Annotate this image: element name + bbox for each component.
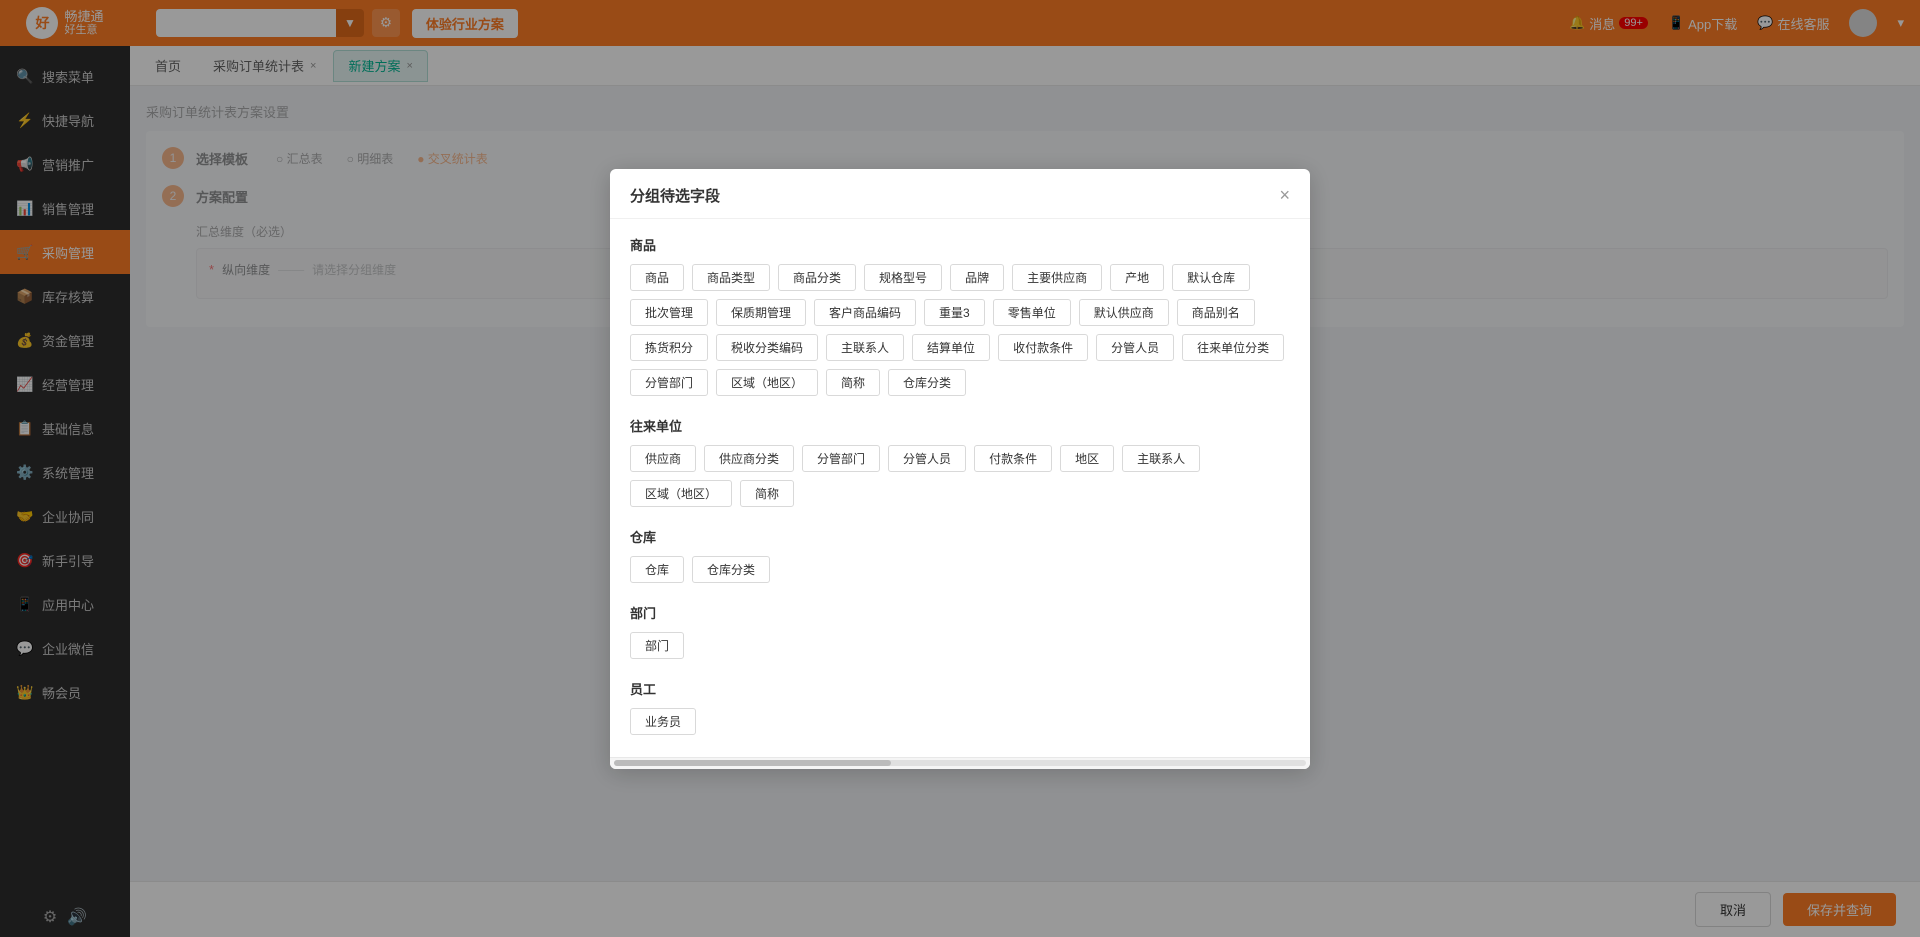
dialog-hscroll[interactable] bbox=[610, 757, 1310, 769]
section-title-warehouse: 仓库 bbox=[630, 527, 1290, 546]
field-tag[interactable]: 简称 bbox=[826, 369, 880, 396]
field-tag[interactable]: 默认供应商 bbox=[1079, 299, 1169, 326]
field-tag[interactable]: 主要供应商 bbox=[1012, 264, 1102, 291]
field-tag[interactable]: 商品类型 bbox=[692, 264, 770, 291]
field-tag[interactable]: 拣货积分 bbox=[630, 334, 708, 361]
dialog-title: 分组待选字段 bbox=[630, 185, 720, 206]
field-tag[interactable]: 主联系人 bbox=[1122, 445, 1200, 472]
field-tag[interactable]: 供应商分类 bbox=[704, 445, 794, 472]
dialog: 分组待选字段 × 商品商品商品类型商品分类规格型号品牌主要供应商产地默认仓库批次… bbox=[610, 169, 1310, 769]
fields-grid-counterpart: 供应商供应商分类分管部门分管人员付款条件地区主联系人区域（地区） 简称 bbox=[630, 445, 1290, 507]
field-tag[interactable]: 业务员 bbox=[630, 708, 696, 735]
field-tag[interactable]: 收付款条件 bbox=[998, 334, 1088, 361]
field-tag[interactable]: 主联系人 bbox=[826, 334, 904, 361]
fields-grid-employee: 业务员 bbox=[630, 708, 1290, 735]
field-tag[interactable]: 往来单位分类 bbox=[1182, 334, 1284, 361]
dialog-header: 分组待选字段 × bbox=[610, 169, 1310, 219]
field-tag[interactable]: 分管人员 bbox=[1096, 334, 1174, 361]
field-tag[interactable]: 仓库分类 bbox=[692, 556, 770, 583]
field-tag[interactable]: 仓库 bbox=[630, 556, 684, 583]
field-tag[interactable]: 保质期管理 bbox=[716, 299, 806, 326]
section-title-employee: 员工 bbox=[630, 679, 1290, 698]
dialog-close-button[interactable]: × bbox=[1279, 186, 1290, 204]
field-tag[interactable]: 供应商 bbox=[630, 445, 696, 472]
dialog-body[interactable]: 商品商品商品类型商品分类规格型号品牌主要供应商产地默认仓库批次管理保质期管理客户… bbox=[610, 219, 1310, 757]
field-tag[interactable]: 规格型号 bbox=[864, 264, 942, 291]
field-tag[interactable]: 结算单位 bbox=[912, 334, 990, 361]
section-department: 部门部门 bbox=[630, 603, 1290, 659]
field-tag[interactable]: 商品 bbox=[630, 264, 684, 291]
section-title-counterpart: 往来单位 bbox=[630, 416, 1290, 435]
dialog-overlay: 分组待选字段 × 商品商品商品类型商品分类规格型号品牌主要供应商产地默认仓库批次… bbox=[0, 0, 1920, 937]
field-tag[interactable]: 分管部门 bbox=[630, 369, 708, 396]
field-tag[interactable]: 分管人员 bbox=[888, 445, 966, 472]
field-tag[interactable]: 仓库分类 bbox=[888, 369, 966, 396]
field-tag[interactable]: 品牌 bbox=[950, 264, 1004, 291]
hscroll-track bbox=[614, 760, 1306, 766]
field-tag[interactable]: 默认仓库 bbox=[1172, 264, 1250, 291]
section-title-department: 部门 bbox=[630, 603, 1290, 622]
section-product: 商品商品商品类型商品分类规格型号品牌主要供应商产地默认仓库批次管理保质期管理客户… bbox=[630, 235, 1290, 396]
field-tag[interactable]: 简称 bbox=[740, 480, 794, 507]
field-tag[interactable]: 区域（地区） bbox=[716, 369, 818, 396]
field-tag[interactable]: 零售单位 bbox=[993, 299, 1071, 326]
section-warehouse: 仓库仓库仓库分类 bbox=[630, 527, 1290, 583]
field-tag[interactable]: 客户商品编码 bbox=[814, 299, 916, 326]
field-tag[interactable]: 商品分类 bbox=[778, 264, 856, 291]
fields-grid-warehouse: 仓库仓库分类 bbox=[630, 556, 1290, 583]
field-tag[interactable]: 税收分类编码 bbox=[716, 334, 818, 361]
field-tag[interactable]: 分管部门 bbox=[802, 445, 880, 472]
field-tag[interactable]: 商品别名 bbox=[1177, 299, 1255, 326]
field-tag[interactable]: 地区 bbox=[1060, 445, 1114, 472]
field-tag[interactable]: 部门 bbox=[630, 632, 684, 659]
field-tag[interactable]: 产地 bbox=[1110, 264, 1164, 291]
hscroll-thumb bbox=[614, 760, 891, 766]
field-tag[interactable]: 批次管理 bbox=[630, 299, 708, 326]
section-counterpart: 往来单位供应商供应商分类分管部门分管人员付款条件地区主联系人区域（地区） 简称 bbox=[630, 416, 1290, 507]
fields-grid-department: 部门 bbox=[630, 632, 1290, 659]
field-tag[interactable]: 重量3 bbox=[924, 299, 985, 326]
field-tag[interactable]: 区域（地区） bbox=[630, 480, 732, 507]
fields-grid-product: 商品商品类型商品分类规格型号品牌主要供应商产地默认仓库批次管理保质期管理客户商品… bbox=[630, 264, 1290, 396]
field-tag[interactable]: 付款条件 bbox=[974, 445, 1052, 472]
section-title-product: 商品 bbox=[630, 235, 1290, 254]
section-employee: 员工业务员 bbox=[630, 679, 1290, 735]
